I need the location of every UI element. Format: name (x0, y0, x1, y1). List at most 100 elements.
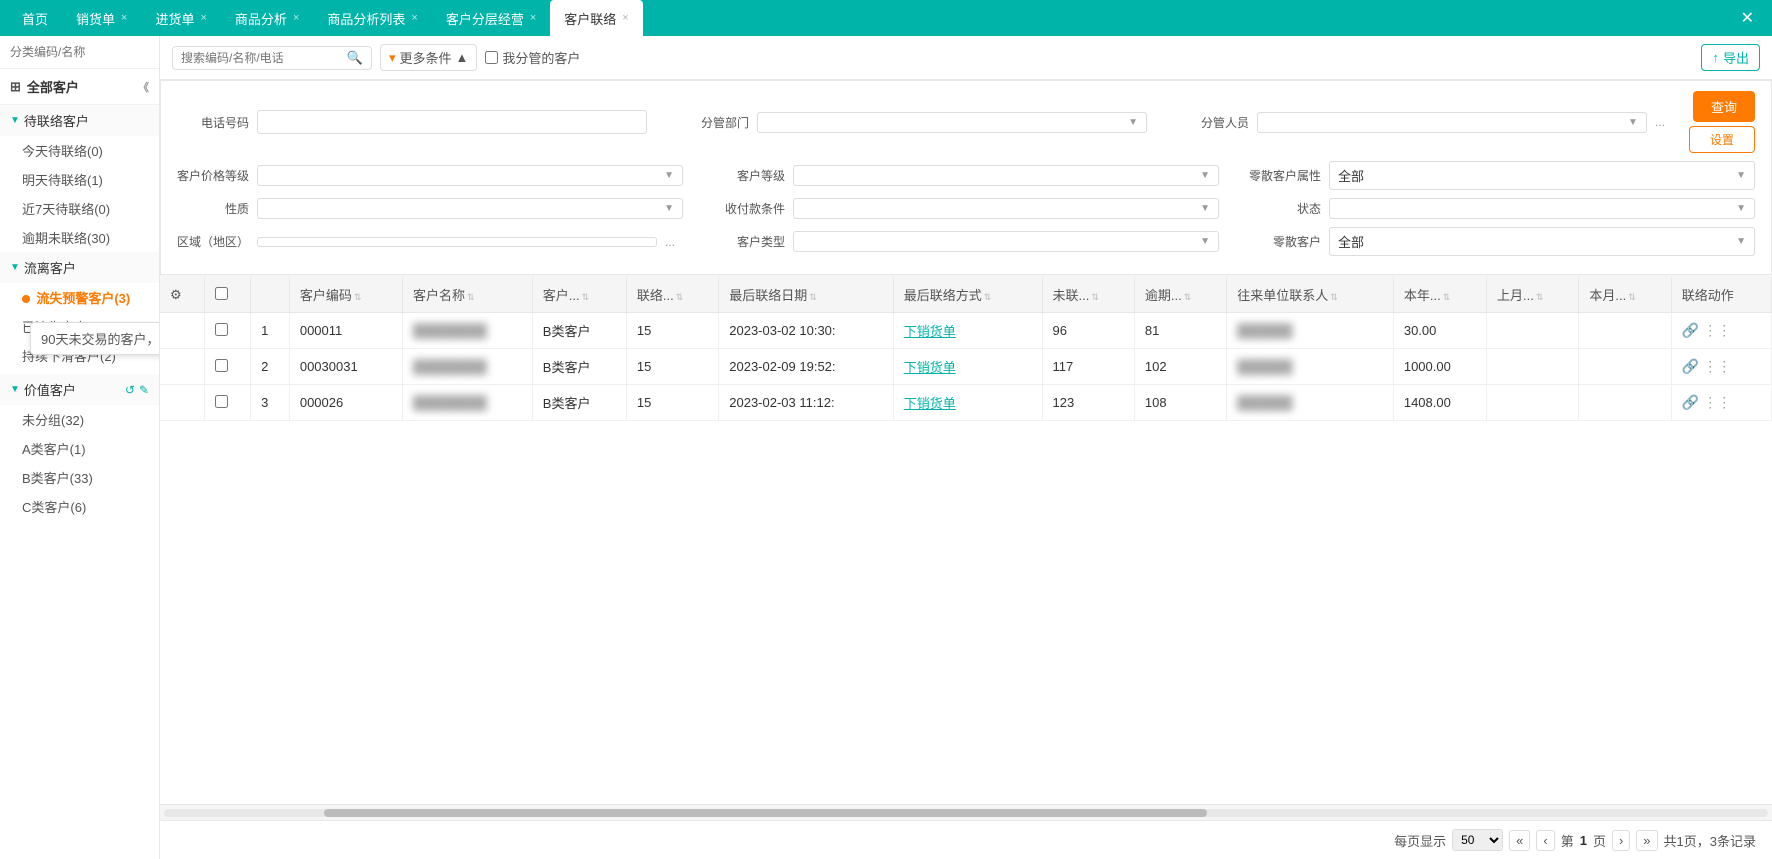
action-link-icon[interactable]: 🔗 (1682, 394, 1699, 411)
scrollbar-thumb[interactable] (324, 809, 1206, 817)
filter-person-label: 分管人员 (1177, 114, 1257, 131)
toolbar-search-input[interactable] (181, 51, 347, 65)
col-last-contact-method[interactable]: 最后联络方式⇅ (893, 277, 1042, 313)
select-all-checkbox[interactable] (215, 287, 228, 300)
tab-product-analysis-close[interactable]: × (293, 12, 299, 24)
sidebar-item-7days-pending[interactable]: 近7天待联络(0) (0, 194, 159, 223)
col-overdue[interactable]: 逾期...⇅ (1134, 277, 1226, 313)
toolbar-search-icon[interactable]: 🔍 (347, 50, 363, 66)
my-customers-check[interactable] (485, 51, 498, 64)
query-btn[interactable]: 查询 (1693, 91, 1755, 122)
filter-region-select[interactable] (257, 237, 657, 247)
row-checkbox[interactable] (215, 359, 228, 372)
tab-customer-contact[interactable]: 客户联络 × (550, 0, 642, 36)
tab-product-list[interactable]: 商品分析列表 × (313, 0, 431, 36)
col-last-contact-date[interactable]: 最后联络日期⇅ (719, 277, 893, 313)
col-last-month[interactable]: 上月...⇅ (1487, 277, 1579, 313)
col-this-year[interactable]: 本年...⇅ (1393, 277, 1486, 313)
action-link-icon[interactable]: 🔗 (1682, 322, 1699, 339)
action-menu-icon[interactable]: ⋮⋮ (1703, 394, 1731, 411)
sidebar-group-value[interactable]: ▼ 价值客户 ↺ ✎ (0, 374, 159, 405)
action-menu-icon[interactable]: ⋮⋮ (1703, 358, 1731, 375)
export-btn[interactable]: ↑ 导出 (1701, 44, 1760, 71)
first-page-btn[interactable]: « (1509, 830, 1530, 851)
tab-customer-contact-close[interactable]: × (622, 12, 628, 24)
horizontal-scrollbar[interactable] (160, 804, 1772, 820)
last-page-btn[interactable]: » (1636, 830, 1657, 851)
data-table: ⚙ 客户编码⇅ 客户名称⇅ 客户...⇅ 联络...⇅ 最后联络日期⇅ 最后联络… (160, 277, 1772, 421)
cell-checkbox[interactable] (204, 313, 251, 349)
filter-dept-select[interactable]: ▼ (757, 112, 1147, 133)
cell-checkbox[interactable] (204, 385, 251, 421)
tab-home[interactable]: 首页 (8, 0, 62, 36)
sidebar-item-today-pending[interactable]: 今天待联络(0) (0, 136, 159, 165)
tab-product-analysis[interactable]: 商品分析 × (221, 0, 313, 36)
close-all-btn[interactable]: ✕ (1731, 8, 1764, 28)
filter-customer-grade-select[interactable]: ▼ (793, 165, 1219, 186)
col-code[interactable]: 客户编码⇅ (289, 277, 402, 313)
sidebar-item-churn-warning[interactable]: 流失预警客户(3) (0, 283, 159, 312)
collapse-icon[interactable]: 《 (138, 79, 149, 95)
filter-nature-select[interactable]: ▼ (257, 198, 683, 219)
action-menu-icon[interactable]: ⋮⋮ (1703, 322, 1731, 339)
tab-purchase-label: 进货单 (155, 9, 194, 28)
col-settings[interactable]: ⚙ (160, 277, 204, 313)
scrollbar-track[interactable] (164, 809, 1768, 817)
cell-last-contact-method[interactable]: 下销货单 (893, 385, 1042, 421)
tab-customer-segment[interactable]: 客户分层经营 × (432, 0, 550, 36)
cell-last-month (1487, 313, 1579, 349)
row-checkbox[interactable] (215, 395, 228, 408)
col-contact[interactable]: 联络...⇅ (626, 277, 718, 313)
more-conditions-btn[interactable]: ▾ 更多条件 ▲ (380, 44, 477, 71)
sidebar-item-c-class[interactable]: C类客户(6) (0, 492, 159, 521)
per-page-select[interactable]: 50 100 200 (1452, 829, 1503, 851)
refresh-icon[interactable]: ↺ (125, 383, 135, 397)
sidebar-group-pending-contact[interactable]: ▼ 待联络客户 (0, 105, 159, 136)
tab-sales-close[interactable]: × (121, 12, 127, 24)
edit-icon[interactable]: ✎ (139, 383, 149, 397)
filter-status-select[interactable]: ▼ (1329, 198, 1755, 219)
cell-code: 00030031 (289, 349, 402, 385)
cell-checkbox[interactable] (204, 349, 251, 385)
tab-customer-segment-close[interactable]: × (530, 12, 536, 24)
sidebar-item-a-class[interactable]: A类客户(1) (0, 434, 159, 463)
filter-phone-input[interactable] (257, 110, 647, 134)
pagination: 每页显示 50 100 200 « ‹ 第 1 页 › » 共1页，3条记录 (160, 820, 1772, 859)
filter-price-grade-select[interactable]: ▼ (257, 165, 683, 186)
my-customers-checkbox[interactable]: 我分管的客户 (485, 48, 580, 67)
sidebar-group-churn[interactable]: ▼ 流离客户 (0, 252, 159, 283)
prev-page-btn[interactable]: ‹ (1536, 830, 1554, 851)
cell-last-contact-method[interactable]: 下销货单 (893, 313, 1042, 349)
tab-purchase-close[interactable]: × (200, 12, 206, 24)
setting-btn[interactable]: 设置 (1689, 126, 1755, 153)
cell-last-contact-method[interactable]: 下销货单 (893, 349, 1042, 385)
sidebar-item-b-class[interactable]: B类客户(33) (0, 463, 159, 492)
cell-last-contact-date: 2023-02-09 19:52: (719, 349, 893, 385)
filter-customer-type-select[interactable]: ▼ (793, 231, 1219, 252)
col-uncontacted[interactable]: 未联...⇅ (1042, 277, 1134, 313)
filter-retail-attr-select[interactable]: 全部▼ (1329, 161, 1755, 190)
chevron-down-icon7: ▼ (1200, 203, 1210, 214)
col-customer-type[interactable]: 客户...⇅ (532, 277, 626, 313)
col-unit-contact[interactable]: 往来单位联系人⇅ (1227, 277, 1394, 313)
action-link-icon[interactable]: 🔗 (1682, 358, 1699, 375)
col-this-month[interactable]: 本月...⇅ (1579, 277, 1671, 313)
col-name[interactable]: 客户名称⇅ (403, 277, 533, 313)
sidebar-item-overdue-pending[interactable]: 逾期未联络(30) (0, 223, 159, 252)
sidebar-item-tomorrow-pending[interactable]: 明天待联络(1) (0, 165, 159, 194)
tab-product-list-close[interactable]: × (411, 12, 417, 24)
tab-purchase[interactable]: 进货单 × (141, 0, 220, 36)
filter-payment-select[interactable]: ▼ (793, 198, 1219, 219)
row-checkbox[interactable] (215, 323, 228, 336)
filter-more-btn[interactable]: ... (1647, 115, 1673, 129)
sidebar-search-input[interactable] (10, 45, 160, 59)
filter-region-more[interactable]: ... (657, 235, 683, 249)
tooltip-churn: 90天未交易的客户，可能有流失风险。 (30, 322, 160, 355)
next-page-btn[interactable]: › (1612, 830, 1630, 851)
filter-retail-customer-select[interactable]: 全部▼ (1329, 227, 1755, 256)
sidebar-all-customers[interactable]: ⊞ 全部客户 《 (0, 69, 159, 105)
sidebar-item-ungrouped[interactable]: 未分组(32) (0, 405, 159, 434)
tab-sales[interactable]: 销货单 × (62, 0, 141, 36)
filter-dept: 分管部门 ▼ (677, 112, 1147, 133)
filter-person-select[interactable]: ▼ (1257, 112, 1647, 133)
